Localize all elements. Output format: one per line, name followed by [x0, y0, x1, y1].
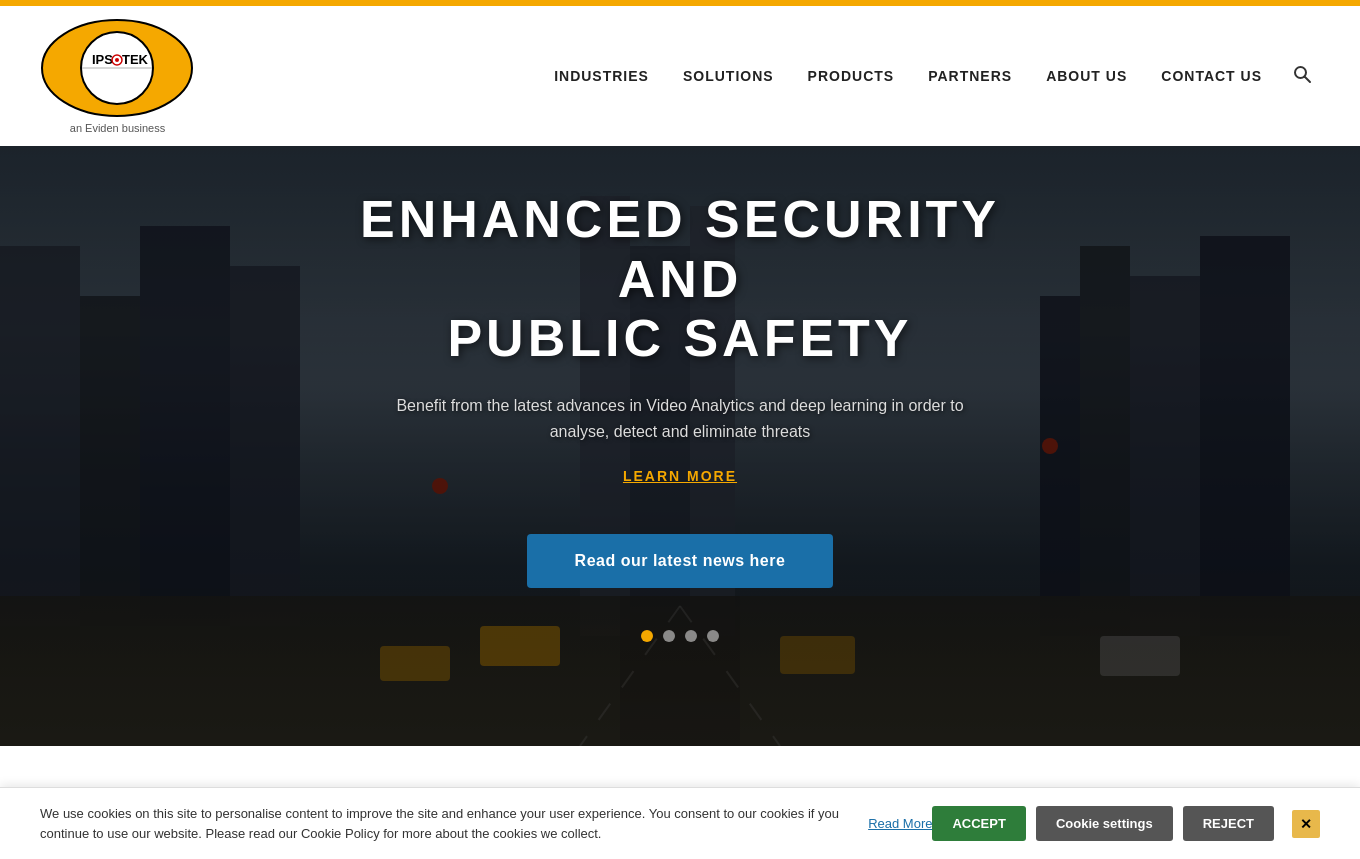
cookie-text-area: We use cookies on this site to personali… [40, 804, 932, 843]
nav-partners[interactable]: PARTNERS [916, 60, 1024, 92]
hero-title: ENHANCED SECURITY AND PUBLIC SAFETY [305, 190, 1055, 369]
nav-contact[interactable]: CONTACT US [1149, 60, 1274, 92]
svg-text:IPS: IPS [92, 52, 113, 67]
carousel-dot-3[interactable] [685, 630, 697, 642]
hero-subtitle: Benefit from the latest advances in Vide… [380, 393, 980, 444]
logo-svg: IPS TEK [40, 18, 195, 118]
cookie-actions: ACCEPT Cookie settings REJECT ✕ [932, 806, 1320, 841]
cookie-message: We use cookies on this site to personali… [40, 804, 852, 843]
search-icon [1292, 64, 1312, 84]
svg-point-4 [115, 58, 119, 62]
svg-text:TEK: TEK [122, 52, 149, 67]
carousel-dot-1[interactable] [641, 630, 653, 642]
cookie-read-more[interactable]: Read More [868, 814, 932, 834]
logo-sub: an Eviden business [70, 122, 165, 134]
carousel-dot-2[interactable] [663, 630, 675, 642]
nav-industries[interactable]: INDUSTRIES [542, 60, 661, 92]
carousel-dots [641, 630, 719, 642]
hero-section: ENHANCED SECURITY AND PUBLIC SAFETY Bene… [0, 146, 1360, 746]
hero-learn-more[interactable]: LEARN MORE [623, 468, 737, 484]
reject-button[interactable]: REJECT [1183, 806, 1274, 841]
nav-products[interactable]: PRODUCTS [796, 60, 907, 92]
close-cookie-button[interactable]: ✕ [1292, 810, 1320, 838]
logo[interactable]: IPS TEK an Eviden business [40, 18, 195, 134]
search-button[interactable] [1284, 56, 1320, 97]
accept-button[interactable]: ACCEPT [932, 806, 1025, 841]
cookie-banner: We use cookies on this site to personali… [0, 787, 1360, 859]
carousel-dot-4[interactable] [707, 630, 719, 642]
nav-solutions[interactable]: SOLUTIONS [671, 60, 786, 92]
hero-content: ENHANCED SECURITY AND PUBLIC SAFETY Bene… [0, 146, 1360, 746]
cookie-settings-button[interactable]: Cookie settings [1036, 806, 1173, 841]
nav-about[interactable]: ABOUT US [1034, 60, 1139, 92]
site-header: IPS TEK an Eviden business INDUSTRIES SO… [0, 6, 1360, 146]
news-button[interactable]: Read our latest news here [527, 534, 834, 588]
svg-line-8 [1305, 76, 1311, 82]
main-nav: INDUSTRIES SOLUTIONS PRODUCTS PARTNERS A… [542, 56, 1320, 97]
